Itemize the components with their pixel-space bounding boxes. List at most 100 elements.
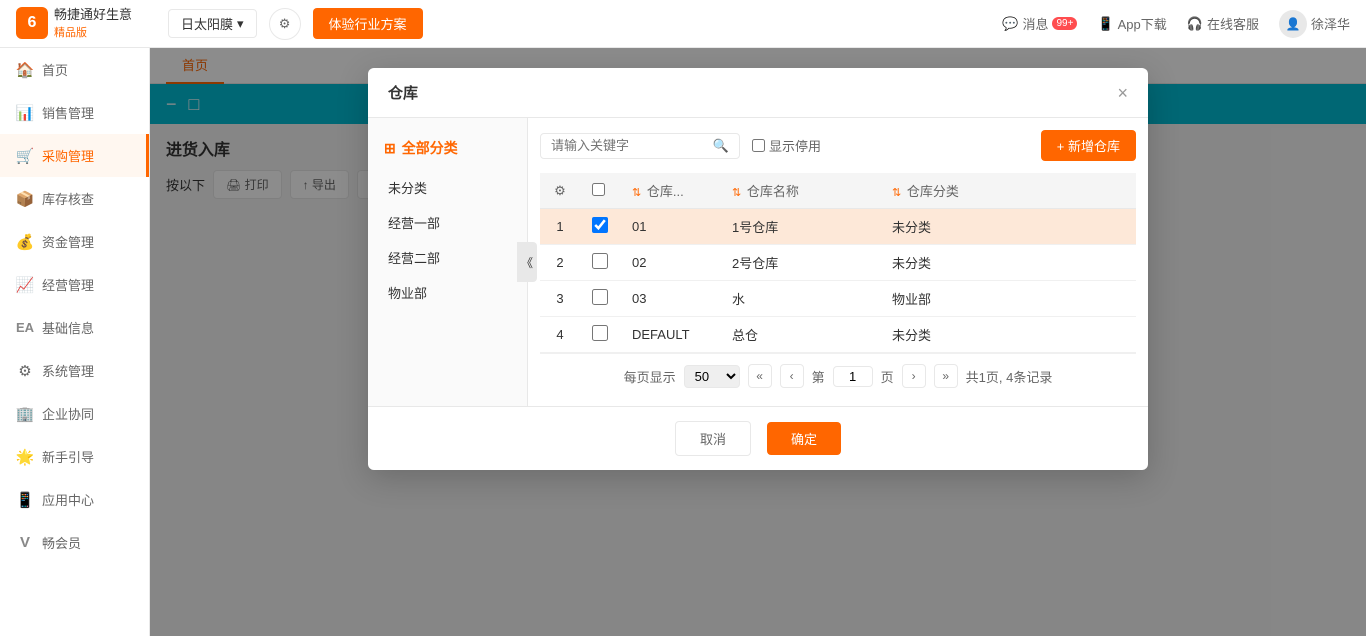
row-name: 水: [720, 281, 880, 317]
row-name: 总仓: [720, 317, 880, 353]
add-warehouse-button[interactable]: + 新增仓库: [1041, 130, 1136, 161]
sort-icon: ⇅: [632, 187, 641, 199]
sidebar-collapse-button[interactable]: 《: [517, 242, 537, 282]
enterprise-icon: 🏢: [16, 405, 34, 423]
show-disabled-checkbox[interactable]: [752, 139, 765, 152]
col-checkbox: [580, 173, 620, 209]
sidebar-label-basic: 基础信息: [42, 318, 94, 337]
sidebar-item-home[interactable]: 🏠 首页: [0, 48, 149, 91]
home-icon: 🏠: [16, 61, 34, 79]
content-area: 首页 − □ 进货入库 按以下 🖨 打印 ↑ 导出 ↻ 刷新 查询 设置: [150, 48, 1366, 636]
row-category: 未分类: [880, 209, 1136, 245]
messages-item[interactable]: 💬 消息 99+: [1002, 14, 1077, 33]
confirm-button[interactable]: 确定: [767, 422, 841, 455]
sidebar-item-sales[interactable]: 📊 销售管理: [0, 91, 149, 134]
money-icon: 💰: [16, 233, 34, 251]
row-seq: 4: [540, 317, 580, 353]
sidebar-label-guide: 新手引导: [42, 447, 94, 466]
modal-overlay: 仓库 × ⊞ 全部分类 未分类 经营: [150, 48, 1366, 636]
modal-sidebar-dept2[interactable]: 经营二部: [368, 240, 527, 275]
modal-sidebar-all[interactable]: ⊞ 全部分类: [368, 130, 527, 170]
app-download-label: App下载: [1118, 14, 1167, 33]
first-page-button[interactable]: «: [748, 364, 772, 388]
sidebar-item-purchase[interactable]: 🛒 采购管理: [0, 134, 149, 177]
row-code: 03: [620, 281, 720, 317]
sidebar-label-vip: 畅会员: [42, 533, 81, 552]
col-code-header[interactable]: ⇅ 仓库...: [620, 173, 720, 209]
row-checkbox-cell[interactable]: [580, 209, 620, 245]
col-category-header[interactable]: ⇅ 仓库分类: [880, 173, 1136, 209]
modal-body: ⊞ 全部分类 未分类 经营一部 经营二部 物业部: [368, 118, 1148, 406]
prev-page-button[interactable]: ‹: [780, 364, 804, 388]
modal-sidebar-uncategorized[interactable]: 未分类: [368, 170, 527, 205]
select-all-checkbox[interactable]: [592, 183, 605, 196]
row-checkbox-cell[interactable]: [580, 317, 620, 353]
search-box[interactable]: 🔍: [540, 133, 740, 159]
row-select-checkbox[interactable]: [592, 325, 608, 341]
modal-sidebar-property[interactable]: 物业部: [368, 275, 527, 310]
row-select-checkbox[interactable]: [592, 289, 608, 305]
col-gear: ⚙: [540, 173, 580, 209]
last-page-button[interactable]: »: [934, 364, 958, 388]
row-category: 物业部: [880, 281, 1136, 317]
show-disabled-label[interactable]: 显示停用: [752, 136, 821, 155]
page-number-input[interactable]: [833, 366, 873, 387]
chart-icon: 📊: [16, 104, 34, 122]
modal-footer: 取消 确定: [368, 406, 1148, 470]
sidebar-item-basic[interactable]: EA 基础信息: [0, 306, 149, 349]
table-header-row: ⚙ ⇅ 仓库...: [540, 173, 1136, 209]
warehouse-modal: 仓库 × ⊞ 全部分类 未分类 经营: [368, 68, 1148, 470]
sidebar-label-finance: 资金管理: [42, 232, 94, 251]
row-checkbox-cell[interactable]: [580, 281, 620, 317]
box-icon: 📦: [16, 190, 34, 208]
trial-button[interactable]: 体验行业方案: [313, 8, 423, 39]
sidebar-item-inventory[interactable]: 📦 库存核查: [0, 177, 149, 220]
row-category: 未分类: [880, 317, 1136, 353]
sidebar-label-system: 系统管理: [42, 361, 94, 380]
sidebar-label-operations: 经营管理: [42, 275, 94, 294]
page-size-label: 每页显示: [624, 367, 676, 386]
row-select-checkbox[interactable]: [592, 253, 608, 269]
online-service-item[interactable]: 🎧 在线客服: [1187, 14, 1259, 33]
cancel-button[interactable]: 取消: [675, 421, 751, 456]
sidebar-item-operations[interactable]: 📈 经营管理: [0, 263, 149, 306]
user-profile[interactable]: 👤 徐泽华: [1279, 10, 1350, 38]
page-size-select[interactable]: 50 10 20 100: [684, 365, 740, 388]
messages-badge: 99+: [1052, 17, 1077, 30]
sort-icon-name: ⇅: [732, 187, 741, 199]
top-header: 6 畅捷通好生意 精品版 日太阳膜 ▾ ⚙ 体验行业方案 💬 消息 99+ 📱 …: [0, 0, 1366, 48]
sidebar-label-appcenter: 应用中心: [42, 490, 94, 509]
sidebar-label-home: 首页: [42, 60, 68, 79]
col-name-header[interactable]: ⇅ 仓库名称: [720, 173, 880, 209]
sidebar-item-finance[interactable]: 💰 资金管理: [0, 220, 149, 263]
sidebar-item-system[interactable]: ⚙ 系统管理: [0, 349, 149, 392]
table-row: 2 02 2号仓库 未分类: [540, 245, 1136, 281]
page-label: 第: [812, 367, 825, 386]
sidebar-item-appcenter[interactable]: 📱 应用中心: [0, 478, 149, 521]
row-seq: 1: [540, 209, 580, 245]
row-code: 01: [620, 209, 720, 245]
store-name: 日太阳膜: [181, 14, 233, 33]
sidebar-label-inventory: 库存核查: [42, 189, 94, 208]
message-icon: 💬: [1002, 16, 1018, 32]
next-page-button[interactable]: ›: [902, 364, 926, 388]
app-logo-icon: 6: [16, 7, 48, 39]
modal-sidebar-dept1[interactable]: 经营一部: [368, 205, 527, 240]
sidebar-item-guide[interactable]: 🌟 新手引导: [0, 435, 149, 478]
cart-icon: 🛒: [16, 147, 34, 165]
page-unit: 页: [881, 367, 894, 386]
row-checkbox-cell[interactable]: [580, 245, 620, 281]
modal-close-button[interactable]: ×: [1117, 84, 1128, 102]
sidebar-item-enterprise[interactable]: 🏢 企业协同: [0, 392, 149, 435]
sidebar-label-purchase: 采购管理: [42, 146, 94, 165]
row-select-checkbox[interactable]: [592, 217, 608, 233]
store-selector[interactable]: 日太阳膜 ▾: [168, 9, 257, 38]
pagination: 每页显示 50 10 20 100 « ‹ 第 页: [540, 353, 1136, 394]
row-seq: 2: [540, 245, 580, 281]
warehouse-table: ⚙ ⇅ 仓库...: [540, 173, 1136, 353]
sidebar-item-vip[interactable]: V 畅会员: [0, 521, 149, 564]
search-input[interactable]: [551, 138, 707, 153]
settings-icon[interactable]: ⚙: [269, 8, 301, 40]
app-download-item[interactable]: 📱 App下载: [1097, 14, 1166, 33]
sidebar-label-enterprise: 企业协同: [42, 404, 94, 423]
